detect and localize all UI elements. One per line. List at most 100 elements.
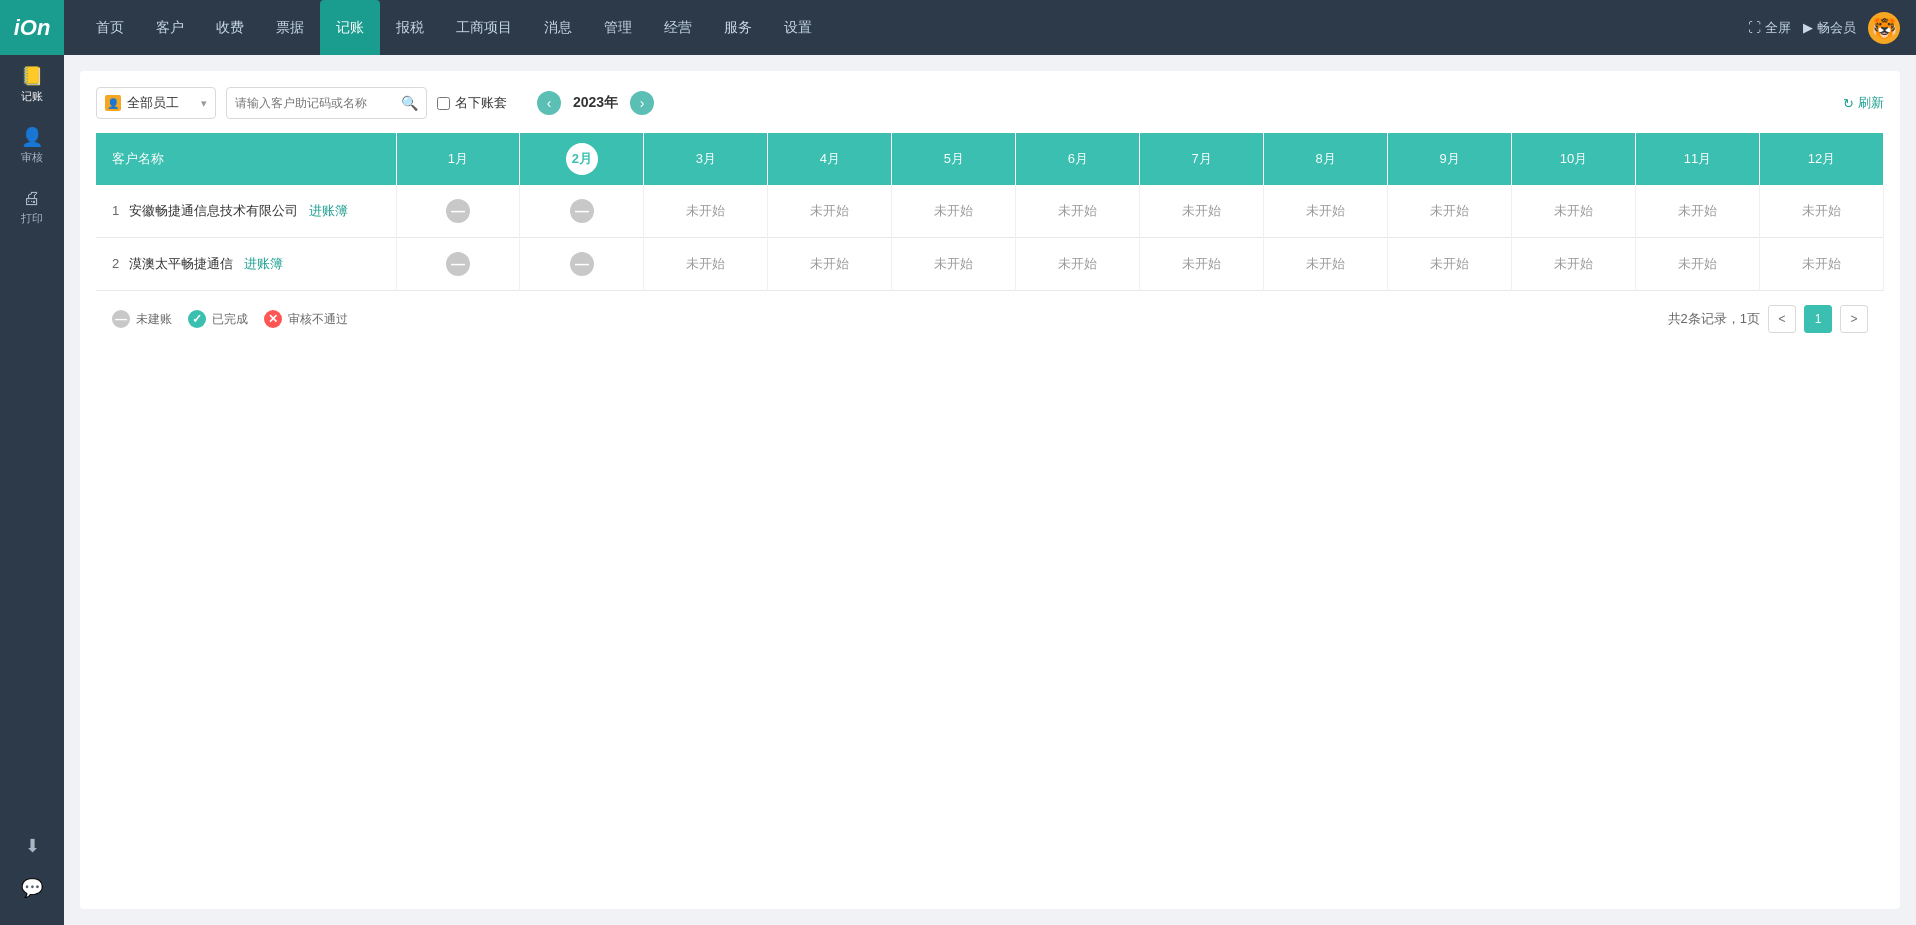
prev-year-button[interactable]: ‹ — [537, 91, 561, 115]
cell-mar: 未开始 — [644, 185, 768, 238]
cell-may: 未开始 — [892, 185, 1016, 238]
next-year-button[interactable]: › — [630, 91, 654, 115]
legend-complete: ✓ 已完成 — [188, 310, 248, 328]
main-wrapper: 首页客户收费票据记账报税工商项目消息管理经营服务设置 ⛶ 全屏 ▶ 畅会员 🐯 … — [64, 0, 1916, 925]
sidebar-item-audit[interactable]: 👤 审核 — [21, 116, 43, 177]
table-wrapper: 客户名称1月2月3月4月5月6月7月8月9月10月11月12月 1 安徽畅捷通信… — [96, 133, 1884, 291]
cell-jul: 未开始 — [1140, 238, 1264, 291]
refresh-label: 刷新 — [1858, 94, 1884, 112]
col-header-dec: 12月 — [1759, 133, 1883, 185]
content-area: 👤 全部员工 ▾ 🔍 名下账套 ‹ 2023年 › — [64, 55, 1916, 925]
my-accounts-checkbox[interactable] — [437, 97, 450, 110]
download-icon: ⬇ — [25, 837, 40, 855]
topnav-item-accounting[interactable]: 记账 — [320, 0, 380, 55]
fullscreen-icon: ⛶ — [1748, 20, 1761, 35]
col-header-sep: 9月 — [1388, 133, 1512, 185]
topnav-item-home[interactable]: 首页 — [80, 0, 140, 55]
topnav: 首页客户收费票据记账报税工商项目消息管理经营服务设置 ⛶ 全屏 ▶ 畅会员 🐯 — [64, 0, 1916, 55]
page-1-button[interactable]: 1 — [1804, 305, 1832, 333]
sidebar-item-accounting[interactable]: 📒 记账 — [21, 55, 43, 116]
cell-sep: 未开始 — [1388, 185, 1512, 238]
table-row: 1 安徽畅捷通信息技术有限公司 进账簿 —— 未开始 未开始 未开始 未开始 未开始 未开始… — [96, 185, 1884, 238]
status-not-started: 未开始 — [686, 203, 725, 218]
sidebar-item-download[interactable]: ⬇ — [21, 825, 43, 867]
prev-page-button[interactable]: < — [1768, 305, 1796, 333]
status-not-started: 未开始 — [1678, 203, 1717, 218]
status-not-started: 未开始 — [1182, 203, 1221, 218]
topnav-item-invoice[interactable]: 票据 — [260, 0, 320, 55]
topnav-item-settings[interactable]: 设置 — [768, 0, 828, 55]
cell-apr: 未开始 — [768, 185, 892, 238]
avatar[interactable]: 🐯 — [1868, 12, 1900, 44]
topnav-item-tax[interactable]: 报税 — [380, 0, 440, 55]
status-not-started: 未开始 — [1554, 256, 1593, 271]
topnav-item-customer[interactable]: 客户 — [140, 0, 200, 55]
search-input[interactable] — [235, 96, 395, 110]
status-not-started: 未开始 — [810, 256, 849, 271]
search-icon[interactable]: 🔍 — [401, 95, 418, 111]
status-dash-icon: — — [570, 252, 594, 276]
cell-jan: — — [396, 238, 520, 291]
legend-icon-rejected: ✕ — [264, 310, 282, 328]
chevron-down-icon: ▾ — [201, 97, 207, 110]
content-card: 👤 全部员工 ▾ 🔍 名下账套 ‹ 2023年 › — [80, 71, 1900, 909]
topnav-item-message[interactable]: 消息 — [528, 0, 588, 55]
vip-label: 畅会员 — [1817, 19, 1856, 37]
checkbox-label: 名下账套 — [455, 94, 507, 112]
sidebar-item-print[interactable]: 🖨 打印 — [21, 177, 43, 238]
col-header-oct: 10月 — [1512, 133, 1636, 185]
employee-select[interactable]: 👤 全部员工 ▾ — [96, 87, 216, 119]
cell-jan: — — [396, 185, 520, 238]
cell-feb: — — [520, 238, 644, 291]
topnav-item-operation[interactable]: 经营 — [648, 0, 708, 55]
employee-select-label: 全部员工 — [127, 94, 195, 112]
col-header-jun: 6月 — [1016, 133, 1140, 185]
sidebar-bottom: ⬇ 💬 — [21, 825, 43, 925]
vip-icon: ▶ — [1803, 20, 1813, 35]
cell-jun: 未开始 — [1016, 238, 1140, 291]
support-icon: 💬 — [21, 879, 43, 897]
refresh-button[interactable]: ↻ 刷新 — [1843, 94, 1884, 112]
employee-icon: 👤 — [105, 95, 121, 111]
row-num: 1 — [112, 203, 119, 218]
client-name: 安徽畅捷通信息技术有限公司 — [129, 203, 298, 218]
status-not-started: 未开始 — [1802, 203, 1841, 218]
active-month-label: 2月 — [566, 143, 598, 175]
cell-jul: 未开始 — [1140, 185, 1264, 238]
print-icon: 🖨 — [23, 189, 41, 207]
cell-sep: 未开始 — [1388, 238, 1512, 291]
pagination: 共2条记录，1页 < 1 > — [1668, 305, 1868, 333]
status-not-started: 未开始 — [810, 203, 849, 218]
col-header-name: 客户名称 — [96, 133, 396, 185]
cell-feb: — — [520, 185, 644, 238]
fullscreen-button[interactable]: ⛶ 全屏 — [1748, 19, 1791, 37]
enter-ledger-link[interactable]: 进账簿 — [244, 256, 283, 271]
sidebar-item-label: 审核 — [21, 150, 43, 165]
client-name: 漠澳太平畅捷通信 — [129, 256, 233, 271]
legend-not-built: — 未建账 — [112, 310, 172, 328]
vip-button[interactable]: ▶ 畅会员 — [1803, 19, 1856, 37]
topnav-item-service[interactable]: 服务 — [708, 0, 768, 55]
sidebar: iOn 📒 记账 👤 审核 🖨 打印 ⬇ 💬 — [0, 0, 64, 925]
status-not-started: 未开始 — [1058, 256, 1097, 271]
col-header-apr: 4月 — [768, 133, 892, 185]
topnav-item-business[interactable]: 工商项目 — [440, 0, 528, 55]
col-header-jan: 1月 — [396, 133, 520, 185]
topnav-item-collection[interactable]: 收费 — [200, 0, 260, 55]
next-page-button[interactable]: > — [1840, 305, 1868, 333]
legend-label-not-built: 未建账 — [136, 311, 172, 328]
status-not-started: 未开始 — [1554, 203, 1593, 218]
topnav-item-manage[interactable]: 管理 — [588, 0, 648, 55]
status-not-started: 未开始 — [934, 203, 973, 218]
sidebar-item-support[interactable]: 💬 — [21, 867, 43, 909]
enter-ledger-link[interactable]: 进账簿 — [309, 203, 348, 218]
legend-icon-complete: ✓ — [188, 310, 206, 328]
status-not-started: 未开始 — [1058, 203, 1097, 218]
cell-nov: 未开始 — [1636, 238, 1760, 291]
legend-label-complete: 已完成 — [212, 311, 248, 328]
col-header-feb: 2月 — [520, 133, 644, 185]
status-not-started: 未开始 — [1306, 256, 1345, 271]
year-nav: ‹ 2023年 › — [537, 91, 654, 115]
checkbox-wrap[interactable]: 名下账套 — [437, 94, 507, 112]
accounting-icon: 📒 — [21, 67, 43, 85]
